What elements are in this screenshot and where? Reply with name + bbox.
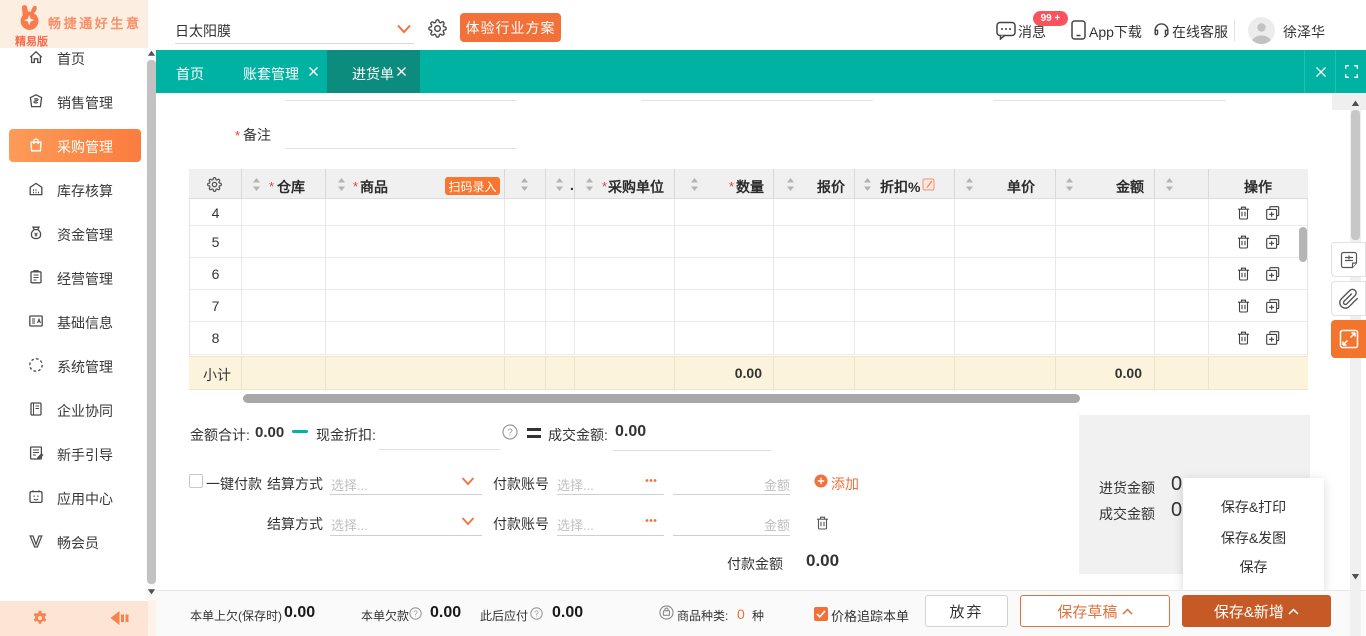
svg-text:?: ? <box>413 609 418 618</box>
svg-text:?: ? <box>534 609 539 618</box>
svg-text:?: ? <box>507 428 513 439</box>
